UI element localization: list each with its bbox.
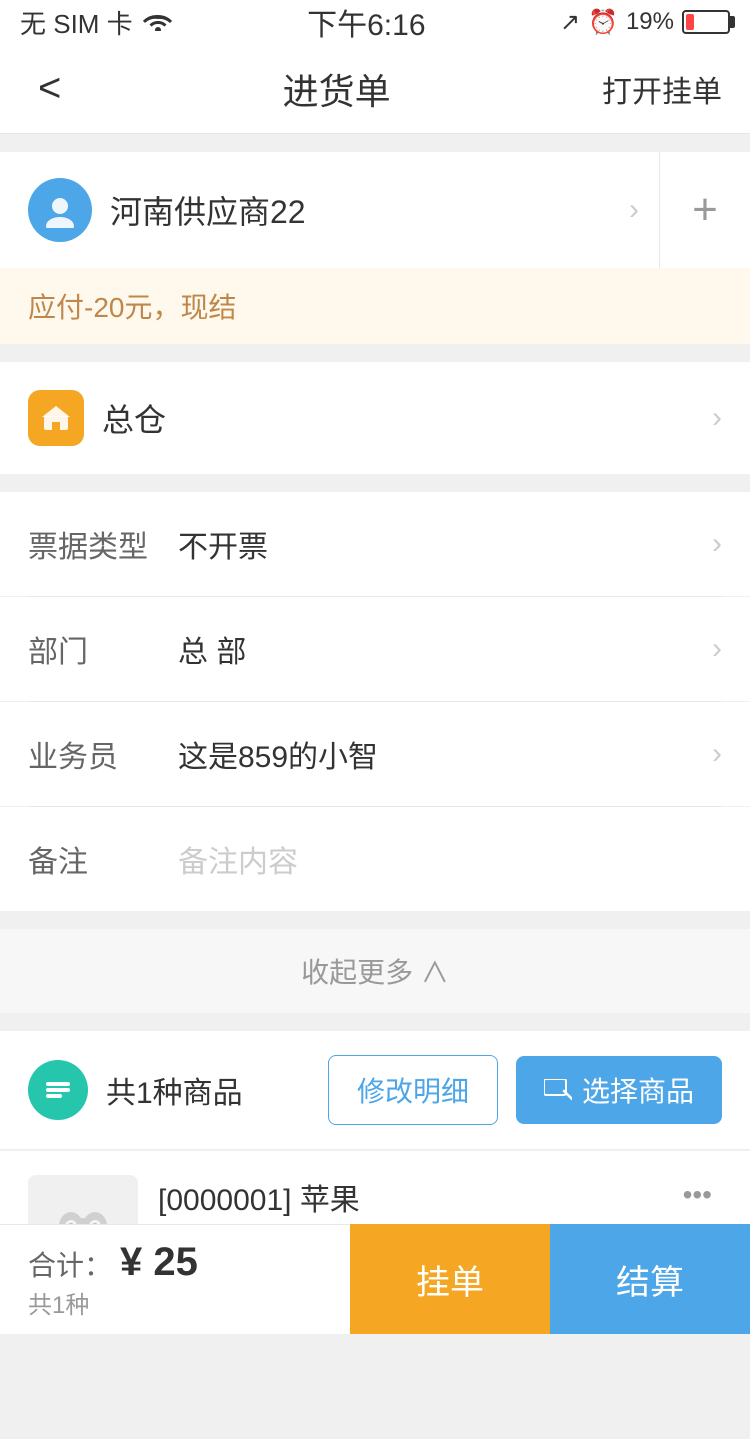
total-label: 合计：	[28, 1244, 112, 1284]
supplier-name: 河南供应商22	[110, 187, 601, 233]
collapse-label: 收起更多 ∧	[301, 951, 449, 991]
warehouse-row[interactable]: 总仓 ›	[0, 362, 750, 474]
supplier-section: 河南供应商22 › +	[0, 152, 750, 268]
remark-label: 备注	[28, 837, 158, 881]
supplier-avatar	[28, 178, 92, 242]
remark-placeholder[interactable]: 备注内容	[158, 837, 722, 881]
gap-1	[0, 134, 750, 152]
supplier-notice: 应付-20元，现结	[0, 268, 750, 344]
sales-value: 这是859的小智	[158, 732, 702, 776]
battery-icon	[682, 10, 730, 34]
back-button[interactable]: <	[28, 56, 71, 121]
collapse-button[interactable]: 收起更多 ∧	[0, 929, 750, 1013]
wifi-icon	[143, 7, 173, 38]
dept-value: 总 部	[158, 627, 702, 671]
gap-3	[0, 474, 750, 492]
product-list-icon	[28, 1060, 88, 1120]
total-sub: 共1种	[28, 1285, 322, 1320]
dept-label: 部门	[28, 627, 158, 671]
page-title: 进货单	[283, 63, 391, 115]
invoice-row[interactable]: 票据类型 不开票 ›	[0, 492, 750, 596]
remark-row[interactable]: 备注 备注内容	[0, 807, 750, 911]
carrier-label: 无 SIM 卡	[20, 4, 133, 41]
product-name: [0000001] 苹果	[158, 1175, 653, 1219]
warehouse-name: 总仓	[102, 395, 684, 441]
warehouse-icon	[28, 390, 84, 446]
invoice-value: 不开票	[158, 522, 702, 566]
status-right: ↗ ⏰ 19%	[560, 8, 730, 37]
warehouse-chevron-icon: ›	[712, 401, 722, 435]
location-icon: ↗	[560, 8, 580, 37]
open-hold-button[interactable]: 打开挂单	[602, 67, 722, 111]
invoice-chevron-icon: ›	[712, 527, 722, 561]
supplier-select[interactable]: 河南供应商22 ›	[0, 152, 660, 268]
alarm-icon: ⏰	[588, 8, 618, 37]
select-product-button[interactable]: 选择商品	[516, 1056, 722, 1124]
dept-chevron-icon: ›	[712, 632, 722, 666]
checkout-button[interactable]: 结算	[550, 1224, 750, 1334]
edit-detail-button[interactable]: 修改明细	[328, 1055, 498, 1125]
status-time: 下午6:16	[307, 0, 425, 44]
status-bar: 无 SIM 卡 下午6:16 ↗ ⏰ 19%	[0, 0, 750, 44]
gap-2	[0, 344, 750, 362]
product-count-label: 共1种商品	[106, 1068, 310, 1112]
product-more-button[interactable]: •••	[673, 1175, 722, 1215]
bottom-bar: 合计： ¥ 25 共1种 挂单 结算	[0, 1224, 750, 1334]
status-left: 无 SIM 卡	[20, 4, 173, 41]
chevron-right-icon: ›	[629, 193, 639, 227]
add-supplier-button[interactable]: +	[660, 152, 750, 268]
battery-label: 19%	[626, 8, 674, 36]
nav-bar: < 进货单 打开挂单	[0, 44, 750, 134]
gap-4	[0, 911, 750, 929]
hold-order-button[interactable]: 挂单	[350, 1224, 550, 1334]
product-header: 共1种商品 修改明细 选择商品	[0, 1031, 750, 1149]
sales-chevron-icon: ›	[712, 737, 722, 771]
sales-row[interactable]: 业务员 这是859的小智 ›	[0, 702, 750, 806]
gap-5	[0, 1013, 750, 1031]
total-amount: ¥ 25	[120, 1240, 198, 1285]
invoice-label: 票据类型	[28, 522, 158, 566]
dept-row[interactable]: 部门 总 部 ›	[0, 597, 750, 701]
select-product-label: 选择商品	[582, 1070, 694, 1110]
sales-label: 业务员	[28, 732, 158, 776]
order-summary: 合计： ¥ 25 共1种	[0, 1224, 350, 1334]
total-row: 合计： ¥ 25	[28, 1240, 322, 1285]
